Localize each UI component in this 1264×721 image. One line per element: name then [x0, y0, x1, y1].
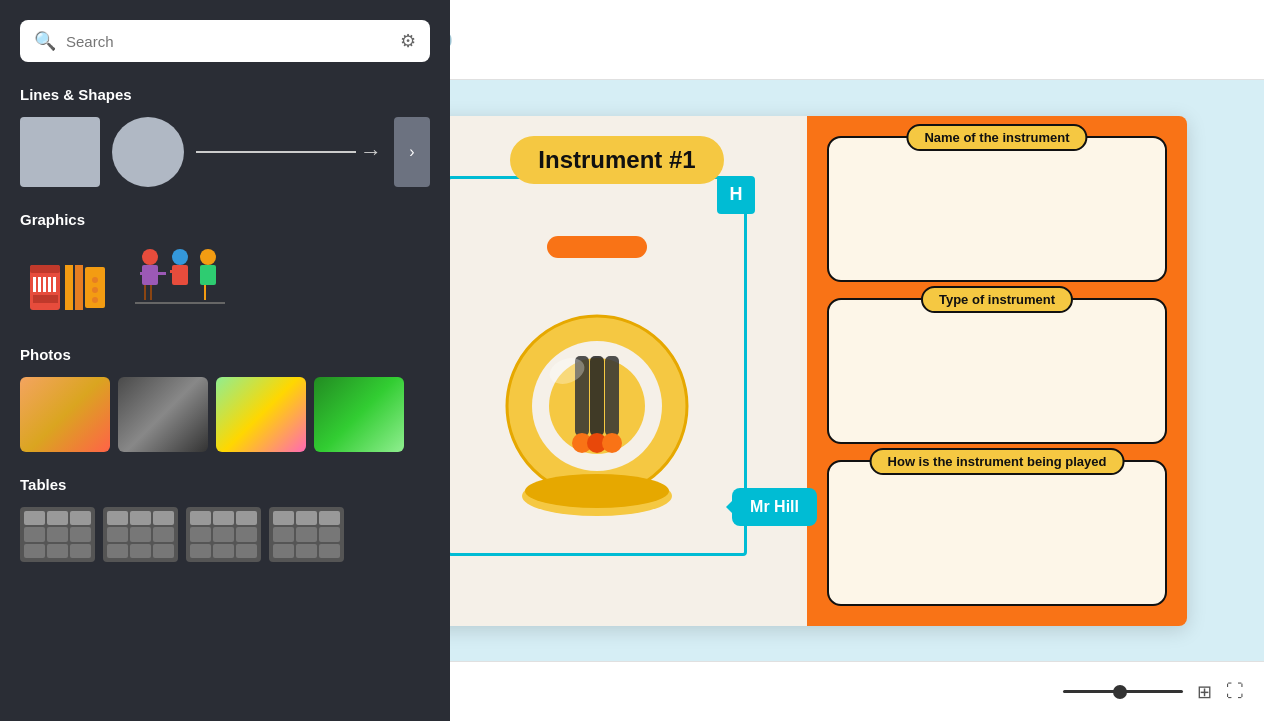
- svg-point-23: [200, 249, 216, 265]
- svg-rect-26: [135, 302, 225, 304]
- graphics-row: [20, 242, 430, 322]
- svg-rect-22: [170, 270, 176, 273]
- instrument-image[interactable]: [447, 176, 747, 556]
- svg-rect-1: [30, 265, 60, 273]
- shape-circle[interactable]: [112, 117, 184, 187]
- zoom-controls: [1063, 690, 1183, 693]
- svg-rect-2: [33, 277, 36, 292]
- zoom-slider[interactable]: [1063, 690, 1183, 693]
- instrument-title: Instrument #1: [510, 136, 723, 184]
- filter-icon[interactable]: ⚙: [400, 30, 416, 52]
- graphic-accordion[interactable]: [20, 242, 120, 322]
- table-template-3[interactable]: [186, 507, 261, 562]
- table-template-2[interactable]: [103, 507, 178, 562]
- svg-rect-18: [144, 285, 146, 300]
- name-card-label: Name of the instrument: [906, 124, 1087, 151]
- svg-rect-8: [65, 265, 73, 310]
- photos-title: Photos: [20, 346, 430, 363]
- photo-4[interactable]: [314, 377, 404, 452]
- svg-point-20: [172, 249, 188, 265]
- svg-point-13: [92, 297, 98, 303]
- svg-rect-19: [150, 285, 152, 300]
- tables-title: Tables: [20, 476, 430, 493]
- photos-row: [20, 377, 430, 452]
- graphic-musicians[interactable]: [130, 242, 230, 322]
- svg-point-14: [142, 249, 158, 265]
- svg-point-12: [92, 287, 98, 293]
- photo-2[interactable]: [118, 377, 208, 452]
- slide-left: Instrument #1 H: [427, 116, 807, 626]
- sidebar: 🔍 ⚙ Lines & Shapes → › Graphics: [0, 0, 450, 721]
- slide-right: Name of the instrument Type of instrumen…: [807, 116, 1187, 626]
- svg-rect-21: [172, 265, 188, 285]
- svg-rect-16: [140, 272, 148, 275]
- search-input[interactable]: [66, 33, 390, 50]
- svg-rect-4: [43, 277, 46, 292]
- svg-rect-17: [158, 272, 166, 275]
- photo-1[interactable]: [20, 377, 110, 452]
- svg-rect-9: [75, 265, 83, 310]
- played-card-label: How is the instrument being played: [870, 448, 1125, 475]
- svg-point-32: [525, 474, 669, 508]
- table-template-1[interactable]: [20, 507, 95, 562]
- svg-point-11: [92, 277, 98, 283]
- svg-rect-35: [605, 356, 619, 436]
- slide: Instrument #1 H: [427, 116, 1187, 626]
- svg-rect-3: [38, 277, 41, 292]
- bottom-bar: ⊞ ⛶: [350, 661, 1264, 721]
- type-card[interactable]: Type of instrument: [827, 298, 1167, 444]
- svg-rect-24: [200, 265, 216, 285]
- shape-arrow: →: [196, 139, 382, 165]
- svg-rect-5: [48, 277, 51, 292]
- played-card[interactable]: How is the instrument being played: [827, 460, 1167, 606]
- fullscreen-icon[interactable]: ⛶: [1226, 681, 1244, 702]
- lines-shapes-title: Lines & Shapes: [20, 86, 430, 103]
- svg-rect-7: [33, 295, 58, 303]
- name-card[interactable]: Name of the instrument: [827, 136, 1167, 282]
- canvas-area: Instrument #1 H: [350, 80, 1264, 661]
- search-icon: 🔍: [34, 30, 56, 52]
- svg-point-38: [602, 433, 622, 453]
- h-badge: H: [717, 176, 755, 214]
- graphics-title: Graphics: [20, 211, 430, 228]
- mr-hill-badge: Mr Hill: [732, 488, 817, 526]
- svg-rect-34: [590, 356, 604, 436]
- screen-fit-icon[interactable]: ⊞: [1197, 681, 1212, 703]
- type-card-label: Type of instrument: [921, 286, 1073, 313]
- shape-square[interactable]: [20, 117, 100, 187]
- search-bar: 🔍 ⚙: [20, 20, 430, 62]
- shapes-next-button[interactable]: ›: [394, 117, 430, 187]
- photo-3[interactable]: [216, 377, 306, 452]
- top-bar: 🌐 🕐: [350, 0, 1264, 80]
- svg-rect-27: [547, 236, 647, 258]
- svg-rect-25: [204, 285, 206, 300]
- tables-row: [20, 507, 430, 562]
- table-template-4[interactable]: [269, 507, 344, 562]
- svg-rect-6: [53, 277, 56, 292]
- shapes-row: → ›: [20, 117, 430, 187]
